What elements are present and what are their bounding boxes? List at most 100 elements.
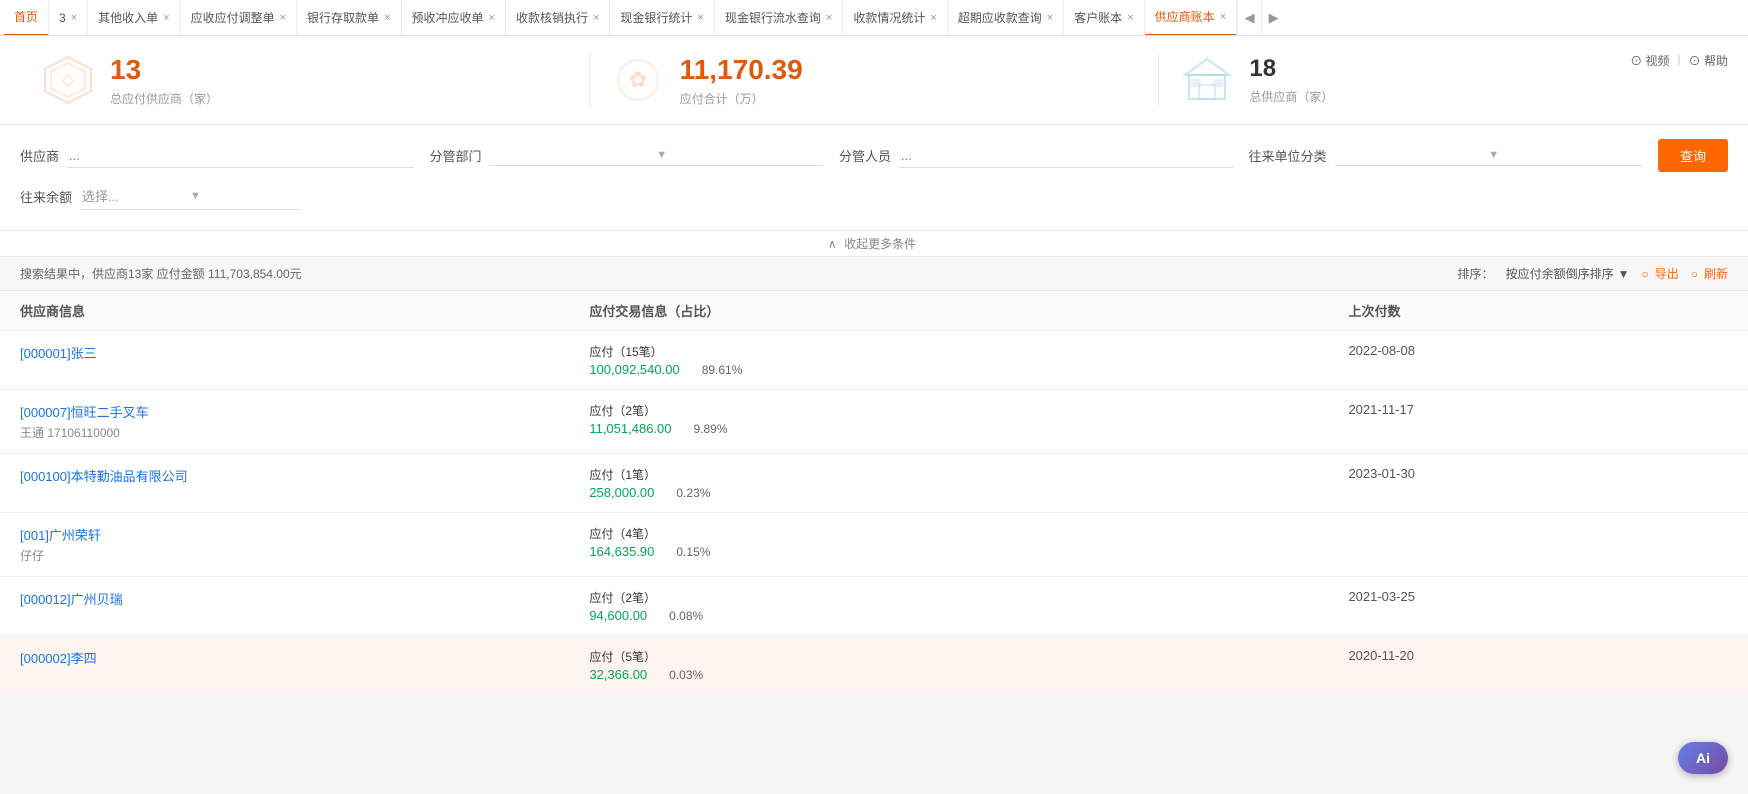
supplier-input[interactable] [67, 144, 413, 168]
refresh-label: 刷新 [1704, 265, 1728, 282]
star-icon: ✿ [610, 52, 666, 108]
svg-text:✿: ✿ [628, 67, 646, 92]
trade-amount-4: 94,600.00 [589, 608, 647, 623]
ai-button[interactable]: Ai [1678, 742, 1728, 774]
payable-total-label: 应付合计（万） [680, 90, 803, 107]
unit-type-label: 往来单位分类 [1249, 146, 1327, 165]
video-link[interactable]: ⊙ 视频 [1630, 52, 1669, 69]
help-link[interactable]: ⊙ 帮助 [1689, 52, 1728, 69]
top-right-links: ⊙ 视频 | ⊙ 帮助 [1630, 52, 1728, 69]
supplier-link-0[interactable]: [000001]张三 [20, 346, 97, 361]
supplier-link-2[interactable]: [000100]本特勤油品有限公司 [20, 469, 188, 484]
payable-suppliers-label: 总应付供应商（家） [110, 90, 218, 107]
filter-area: 供应商 分管部门 ▼ 分管人员 往来单位分类 ▼ 查询 往来余额 选择 [0, 125, 1748, 231]
nav-prev-arrow[interactable]: ◀ [1237, 0, 1261, 36]
close-tab-collection-stat[interactable]: × [930, 12, 936, 24]
collapse-arrow: ∧ [828, 237, 837, 251]
unit-type-select[interactable]: ▼ [1335, 145, 1642, 166]
person-filter: 分管人员 [839, 144, 1233, 168]
refresh-button[interactable]: ○ 刷新 [1691, 265, 1728, 282]
nav-tab-collection-stat[interactable]: 收款情况统计 × [843, 0, 947, 36]
trade-label-0: 应付（15笔） [589, 343, 662, 360]
diamond-icon: ◇ [40, 52, 96, 108]
close-tab-cash-bank-flow[interactable]: × [826, 12, 832, 24]
balance-label: 往来余额 [20, 187, 72, 206]
close-tab-customer-ledger[interactable]: × [1127, 12, 1133, 24]
supplier-cell-0: [000001]张三 [20, 343, 589, 365]
supplier-link-5[interactable]: [000002]李四 [20, 651, 97, 666]
trade-amount-5: 32,366.00 [589, 667, 647, 682]
nav-next-arrow[interactable]: ▶ [1261, 0, 1285, 36]
nav-tab-collection-exec[interactable]: 收款核销执行 × [506, 0, 610, 36]
supplier-cell-2: [000100]本特勤油品有限公司 [20, 466, 589, 488]
sort-select[interactable]: 按应付余额倒序排序 ▼ [1506, 265, 1630, 282]
trade-cell-0: 应付（15笔） 100,092,540.00 89.61% [589, 343, 1348, 377]
trade-cell-1: 应付（2笔） 11,051,486.00 9.89% [589, 402, 1348, 436]
supplier-cell-4: [000012]广州贝瑞 [20, 589, 589, 611]
filter-row-1: 供应商 分管部门 ▼ 分管人员 往来单位分类 ▼ 查询 [20, 139, 1728, 172]
nav-tab-other-income[interactable]: 其他收入单 × [88, 0, 180, 36]
supplier-link-3[interactable]: [001]广州荣轩 [20, 528, 101, 543]
trade-amount-2: 258,000.00 [589, 485, 654, 500]
close-tab-supplier-ledger[interactable]: × [1220, 11, 1226, 23]
payable-suppliers-num: 13 [110, 53, 218, 87]
close-tab-other-income[interactable]: × [163, 12, 169, 24]
close-tab-3[interactable]: × [71, 12, 77, 24]
close-tab-bank-deposit[interactable]: × [384, 12, 390, 24]
results-summary: 搜索结果中，供应商13家 应付金额 111,703,854.00元 [20, 265, 302, 282]
trade-cell-4: 应付（2笔） 94,600.00 0.08% [589, 589, 1348, 623]
table-row: [000001]张三 应付（15笔） 100,092,540.00 89.61%… [0, 331, 1748, 390]
supplier-link-4[interactable]: [000012]广州贝瑞 [20, 592, 123, 607]
supplier-link-1[interactable]: [000007]恒旺二手叉车 [20, 405, 149, 420]
nav-tab-customer-ledger[interactable]: 客户账本 × [1064, 0, 1144, 36]
balance-select[interactable]: 选择... ▼ [80, 182, 300, 210]
trade-amount-3: 164,635.90 [589, 544, 654, 559]
close-tab-cash-bank-stat[interactable]: × [697, 12, 703, 24]
trade-pct-4: 0.08% [669, 609, 703, 623]
trade-cell-5: 应付（5笔） 32,366.00 0.03% [589, 648, 1348, 682]
table-row: [000007]恒旺二手叉车 王通 17106110000 应付（2笔） 11,… [0, 390, 1748, 454]
supplier-cell-1: [000007]恒旺二手叉车 王通 17106110000 [20, 402, 589, 441]
trade-cell-2: 应付（1笔） 258,000.00 0.23% [589, 466, 1348, 500]
nav-tab-ar-ap-adjust[interactable]: 应收应付调整单 × [181, 0, 297, 36]
close-tab-collection-exec[interactable]: × [593, 12, 599, 24]
export-button[interactable]: ○ 导出 [1641, 265, 1678, 282]
balance-arrow: ▼ [190, 190, 298, 202]
table-row: [000100]本特勤油品有限公司 应付（1笔） 258,000.00 0.23… [0, 454, 1748, 513]
supplier-sub-1: 王通 17106110000 [20, 424, 589, 441]
nav-tab-cash-bank-stat[interactable]: 现金银行统计 × [610, 0, 714, 36]
trade-amount-1: 11,051,486.00 [589, 421, 671, 436]
trade-pct-1: 9.89% [694, 422, 728, 436]
nav-tab-3[interactable]: 3 × [49, 0, 88, 36]
department-filter: 分管部门 ▼ [430, 145, 824, 166]
supplier-label: 供应商 [20, 146, 59, 165]
supplier-filter: 供应商 [20, 144, 414, 168]
table-row: [000012]广州贝瑞 应付（2笔） 94,600.00 0.08% 2021… [0, 577, 1748, 636]
person-label: 分管人员 [839, 146, 891, 165]
department-select[interactable]: ▼ [490, 145, 823, 166]
nav-tab-prepay-offset[interactable]: 预收冲应收单 × [402, 0, 506, 36]
last-pay-cell-4: 2021-03-25 [1348, 589, 1728, 604]
department-label: 分管部门 [430, 146, 482, 165]
nav-tab-bank-deposit[interactable]: 银行存取款单 × [297, 0, 401, 36]
balance-filter: 往来余额 选择... ▼ [20, 182, 300, 210]
collapse-label: 收起更多条件 [844, 237, 916, 251]
export-icon: ○ [1641, 267, 1648, 281]
nav-tab-overdue-ar[interactable]: 超期应收款查询 × [948, 0, 1064, 36]
last-pay-cell-5: 2020-11-20 [1348, 648, 1728, 663]
close-tab-overdue-ar[interactable]: × [1047, 12, 1053, 24]
supplier-sub-3: 仔仔 [20, 547, 589, 564]
nav-tab-home[interactable]: 首页 [4, 0, 49, 36]
trade-cell-3: 应付（4笔） 164,635.90 0.15% [589, 525, 1348, 559]
nav-tab-supplier-ledger[interactable]: 供应商账本 × [1145, 0, 1237, 36]
person-input[interactable] [899, 144, 1232, 168]
filter-row-2: 往来余额 选择... ▼ [20, 182, 1728, 210]
close-tab-prepay-offset[interactable]: × [489, 12, 495, 24]
close-tab-ar-ap-adjust[interactable]: × [280, 12, 286, 24]
nav-tab-cash-bank-flow[interactable]: 现金银行流水查询 × [715, 0, 843, 36]
trade-pct-3: 0.15% [676, 545, 710, 559]
query-button[interactable]: 查询 [1658, 139, 1728, 172]
ai-button-container: Ai [1678, 742, 1728, 774]
last-pay-cell-1: 2021-11-17 [1348, 402, 1728, 417]
collapse-bar[interactable]: ∧ 收起更多条件 [0, 231, 1748, 257]
